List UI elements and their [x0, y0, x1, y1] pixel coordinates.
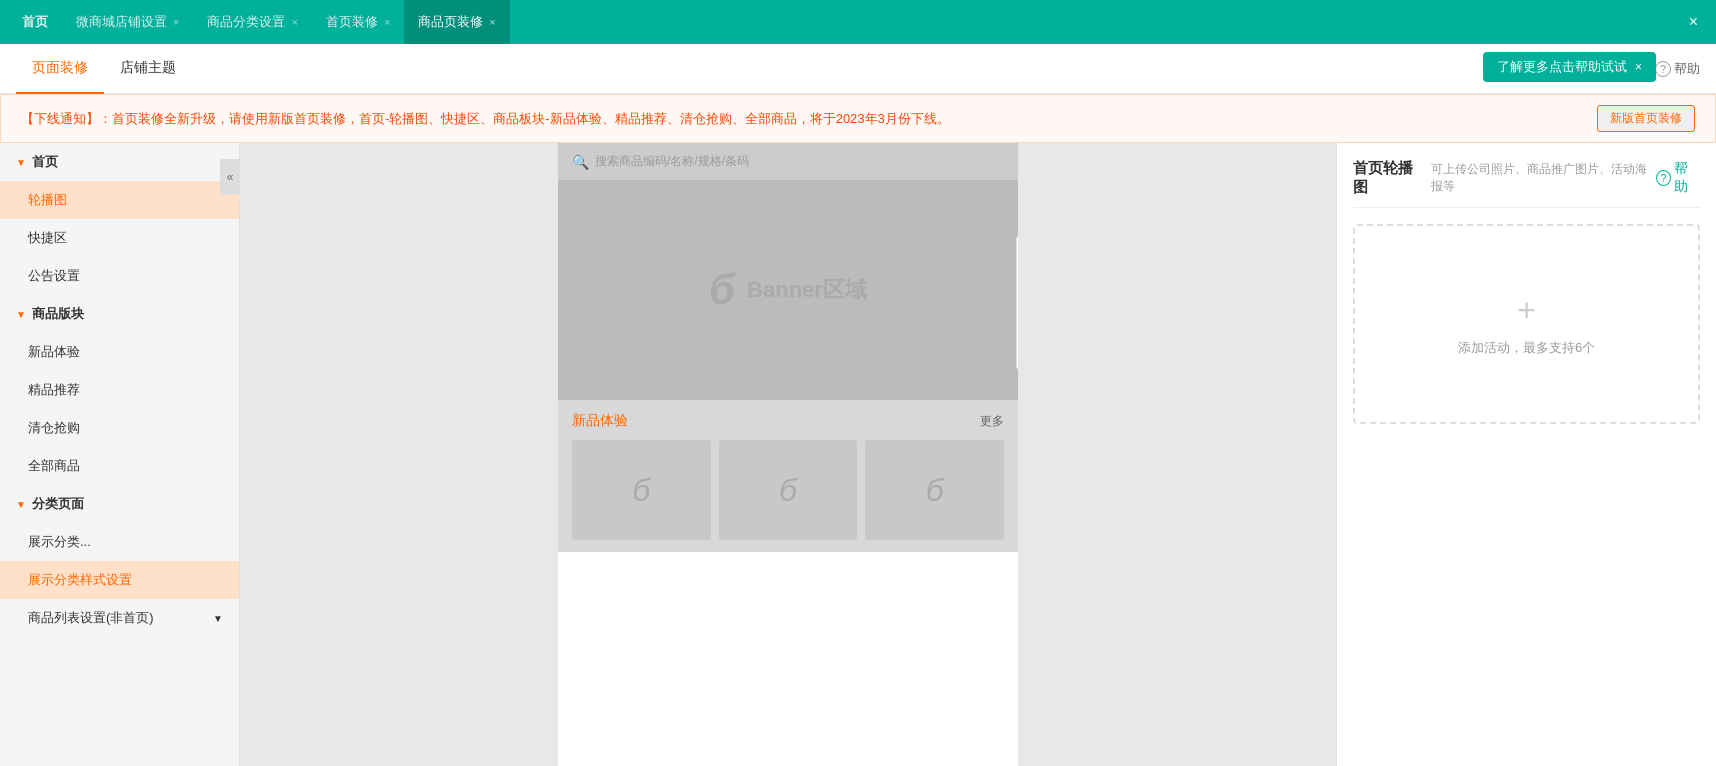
product-item-3: б — [865, 440, 1004, 540]
help-bubble-close[interactable]: × — [1635, 60, 1642, 74]
new-products-title: 新品体验 — [572, 412, 628, 430]
sidebar-item-featured[interactable]: 精品推荐 — [0, 371, 239, 409]
search-placeholder-text: 搜索商品编码/名称/规格/条码 — [595, 153, 749, 170]
preview-phone: 🔍 搜索商品编码/名称/规格/条码 б Banner区域 — [558, 143, 1018, 766]
panel-title: 首页轮播图 — [1353, 159, 1423, 197]
sidebar-item-show-category[interactable]: 展示分类... — [0, 523, 239, 561]
plus-icon: + — [1517, 292, 1536, 329]
banner-logo: б — [709, 266, 735, 314]
window-close-button[interactable]: × — [1679, 13, 1708, 31]
tab-home[interactable]: 首页 — [8, 0, 62, 44]
sidebar-section-category[interactable]: ▼ 分类页面 — [0, 485, 239, 523]
qr-overlay: 扫码预览效果 — [1016, 235, 1018, 370]
panel-header: 首页轮播图 可上传公司照片、商品推广图片、活动海报等 ? 帮助 — [1353, 159, 1700, 208]
notice-bar: 【下线通知】：首页装修全新升级，请使用新版首页装修，首页-轮播图、快捷区、商品板… — [0, 94, 1716, 143]
add-banner-button[interactable]: + 添加活动，最多支持6个 — [1353, 224, 1700, 424]
arrow-products: ▼ — [16, 309, 26, 320]
product-item-1: б — [572, 440, 711, 540]
new-decoration-button[interactable]: 新版首页装修 — [1597, 105, 1695, 132]
center-preview: 🔍 搜索商品编码/名称/规格/条码 б Banner区域 — [240, 143, 1336, 766]
sidebar-item-all-products[interactable]: 全部商品 — [0, 447, 239, 485]
notice-text: 【下线通知】：首页装修全新升级，请使用新版首页装修，首页-轮播图、快捷区、商品板… — [21, 110, 950, 128]
sidebar-item-shortcut[interactable]: 快捷区 — [0, 219, 239, 257]
sidebar-item-carousel[interactable]: 轮播图 — [0, 181, 239, 219]
sidebar-section-products[interactable]: ▼ 商品版块 — [0, 295, 239, 333]
tab-category-settings[interactable]: 商品分类设置 × — [193, 0, 311, 44]
products-grid: б б б — [572, 440, 1004, 540]
top-nav: 首页 微商城店铺设置 × 商品分类设置 × 首页装修 × 商品页装修 × × — [0, 0, 1716, 44]
help-bubble: 了解更多点击帮助试试 × — [1483, 52, 1656, 82]
right-panel-help[interactable]: ? 帮助 — [1656, 160, 1700, 196]
close-tab-category-settings[interactable]: × — [291, 16, 297, 28]
preview-search-bar: 🔍 搜索商品编码/名称/规格/条码 — [558, 143, 1018, 180]
right-panel: 首页轮播图 可上传公司照片、商品推广图片、活动海报等 ? 帮助 + 添加活动，最… — [1336, 143, 1716, 766]
banner-content: б Banner区域 — [709, 266, 867, 314]
close-tab-product-decoration[interactable]: × — [489, 16, 495, 28]
sidebar-item-product-list[interactable]: 商品列表设置(非首页) ▼ — [0, 599, 239, 637]
arrow-category: ▼ — [16, 499, 26, 510]
sidebar: « ▼ 首页 轮播图 快捷区 公告设置 ▼ 商品版块 新品体验 精品推荐 清仓抢… — [0, 143, 240, 766]
sidebar-item-notice[interactable]: 公告设置 — [0, 257, 239, 295]
tab-store-settings[interactable]: 微商城店铺设置 × — [62, 0, 193, 44]
help-button[interactable]: ? 帮助 — [1655, 60, 1700, 78]
add-banner-label: 添加活动，最多支持6个 — [1458, 339, 1595, 357]
help-bubble-text: 了解更多点击帮助试试 — [1497, 58, 1627, 76]
tab-product-decoration[interactable]: 商品页装修 × — [404, 0, 509, 44]
close-tab-store-settings[interactable]: × — [173, 16, 179, 28]
main-content: « ▼ 首页 轮播图 快捷区 公告设置 ▼ 商品版块 新品体验 精品推荐 清仓抢… — [0, 143, 1716, 766]
sub-tabs-bar: 页面装修 店铺主题 了解更多点击帮助试试 × 视频 ? 帮助 — [0, 44, 1716, 94]
sidebar-collapse-button[interactable]: « — [220, 159, 240, 195]
preview-banner[interactable]: б Banner区域 — [558, 180, 1018, 400]
sidebar-item-clearance[interactable]: 清仓抢购 — [0, 409, 239, 447]
close-tab-home-decoration[interactable]: × — [384, 16, 390, 28]
sidebar-section-home[interactable]: ▼ 首页 — [0, 143, 239, 181]
search-icon: 🔍 — [572, 154, 589, 170]
tab-page-decoration[interactable]: 页面装修 — [16, 44, 104, 94]
sidebar-item-category-style[interactable]: 展示分类样式设置 — [0, 561, 239, 599]
chevron-down-icon: ▼ — [213, 613, 223, 624]
sidebar-item-new-experience[interactable]: 新品体验 — [0, 333, 239, 371]
product-item-2: б — [719, 440, 858, 540]
tab-store-theme[interactable]: 店铺主题 — [104, 44, 192, 94]
panel-subtitle: 可上传公司照片、商品推广图片、活动海报等 — [1431, 161, 1656, 195]
tab-home-decoration[interactable]: 首页装修 × — [312, 0, 404, 44]
arrow-home: ▼ — [16, 157, 26, 168]
preview-new-products: 新品体验 更多 б б б — [558, 400, 1018, 552]
new-products-more: 更多 — [980, 413, 1004, 430]
